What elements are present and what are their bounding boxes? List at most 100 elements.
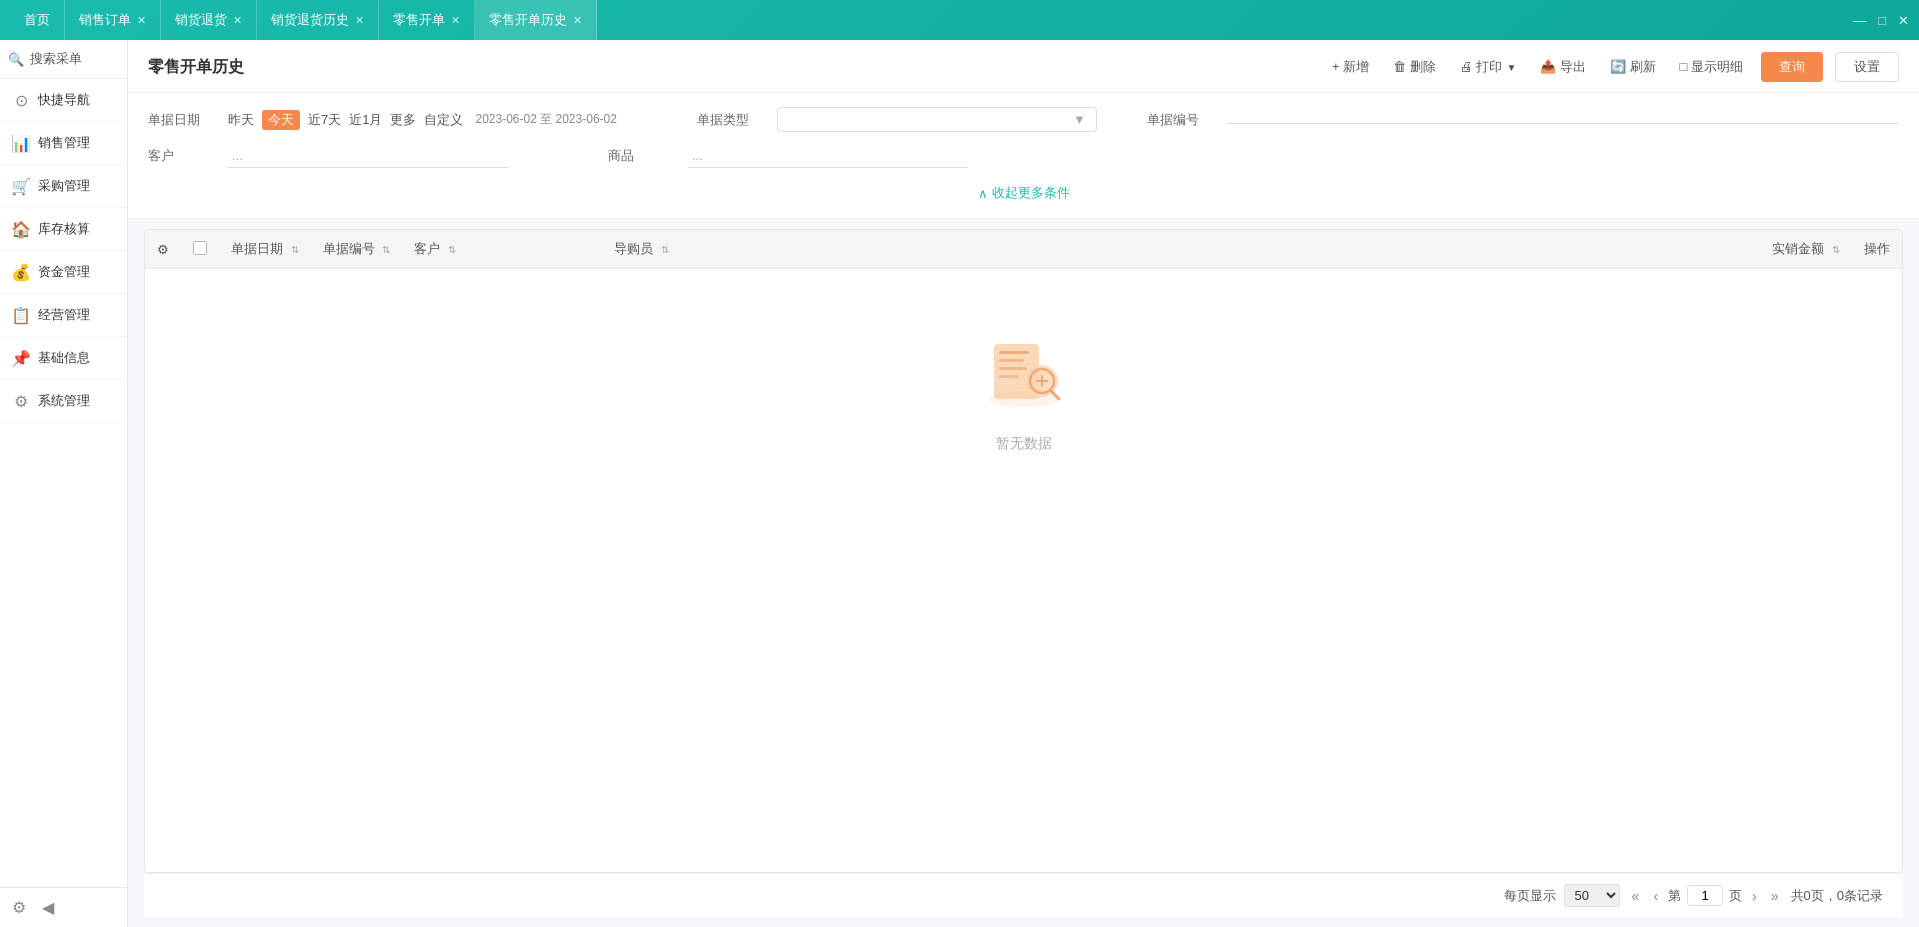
page-label-prefix: 第	[1668, 887, 1681, 905]
sidebar-item-finance[interactable]: 💰 资金管理	[0, 251, 127, 294]
window-close-btn[interactable]: ✕	[1898, 13, 1909, 28]
collapse-sidebar-icon[interactable]: ◀	[42, 898, 54, 917]
th-date[interactable]: 单据日期 ⇅	[219, 230, 311, 269]
tab-close-icon[interactable]: ✕	[451, 14, 460, 27]
th-actions: 操作	[1852, 230, 1902, 269]
refresh-button-label: 🔄 刷新	[1610, 58, 1656, 76]
tab-home[interactable]: 首页	[10, 0, 65, 40]
tab-retail-order[interactable]: 零售开单 ✕	[379, 0, 475, 40]
order-type-dropdown-icon: ▼	[1073, 112, 1086, 127]
th-customer[interactable]: 客户 ⇅	[402, 230, 602, 269]
tab-sales-order[interactable]: 销售订单 ✕	[65, 0, 161, 40]
tab-close-icon[interactable]: ✕	[573, 14, 582, 27]
tab-close-icon[interactable]: ✕	[137, 14, 146, 27]
sort-customer-icon[interactable]: ⇅	[448, 244, 456, 255]
tab-label: 销货退货	[175, 11, 227, 29]
page-size-select[interactable]: 50 10 20 100	[1564, 884, 1620, 907]
sidebar-item-purchase[interactable]: 🛒 采购管理	[0, 165, 127, 208]
filter-row-date: 单据日期 昨天 今天 近7天 近1月 更多 自定义 2023-06-02 至 2…	[148, 107, 1899, 132]
tab-label: 零售开单	[393, 11, 445, 29]
sidebar-item-operations[interactable]: 📋 经营管理	[0, 294, 127, 337]
collapse-more-btn[interactable]: ∧ 收起更多条件	[148, 180, 1899, 210]
sidebar-item-quick-nav[interactable]: ⊙ 快捷导航	[0, 79, 127, 122]
col-amount-label: 实销金额	[1772, 241, 1824, 256]
page-header: 零售开单历史 + 新增 🗑 删除 🖨 打印 ▼ 📤 导出 🔄 刷新	[128, 40, 1919, 93]
print-dropdown-icon[interactable]: ▼	[1506, 62, 1516, 73]
search-icon: 🔍	[8, 52, 24, 67]
select-all-checkbox[interactable]	[193, 241, 207, 255]
customer-label: 客户	[148, 147, 208, 165]
order-num-input[interactable]	[1227, 115, 1899, 124]
tab-sales-return-history[interactable]: 销货退货历史 ✕	[257, 0, 379, 40]
date-7days[interactable]: 近7天	[308, 111, 341, 129]
export-button[interactable]: 📤 导出	[1534, 54, 1592, 80]
th-order-num[interactable]: 单据编号 ⇅	[311, 230, 403, 269]
date-1month[interactable]: 近1月	[349, 111, 382, 129]
page-title: 零售开单历史	[148, 57, 244, 78]
sidebar-item-label: 资金管理	[38, 263, 90, 281]
sidebar-item-sales[interactable]: 📊 销售管理	[0, 122, 127, 165]
sort-amount-icon[interactable]: ⇅	[1832, 244, 1840, 255]
page-number-input[interactable]	[1687, 885, 1723, 906]
tab-close-icon[interactable]: ✕	[233, 14, 242, 27]
refresh-button[interactable]: 🔄 刷新	[1604, 54, 1662, 80]
settings-icon[interactable]: ⚙	[157, 242, 169, 257]
th-amount[interactable]: 实销金额 ⇅	[1760, 230, 1852, 269]
tab-sales-return[interactable]: 销货退货 ✕	[161, 0, 257, 40]
customer-dots: ...	[232, 148, 243, 163]
svg-rect-5	[999, 375, 1019, 378]
sort-guide-icon[interactable]: ⇅	[661, 244, 669, 255]
customer-input[interactable]: ...	[228, 144, 508, 168]
sidebar-item-system[interactable]: ⚙ 系统管理	[0, 380, 127, 423]
main-layout: 🔍 搜索采单 ⊙ 快捷导航 📊 销售管理 🛒 采购管理 🏠 库存核算 💰 资金管…	[0, 40, 1919, 927]
col-ordernum-label: 单据编号	[323, 241, 375, 256]
set-button[interactable]: 设置	[1835, 52, 1899, 82]
goods-input[interactable]: ...	[688, 144, 968, 168]
sort-date-icon[interactable]: ⇅	[291, 244, 299, 255]
maximize-btn[interactable]: □	[1878, 13, 1886, 28]
tab-close-icon[interactable]: ✕	[355, 14, 364, 27]
col-guide-label: 导购员	[614, 241, 653, 256]
sidebar-item-label: 经营管理	[38, 306, 90, 324]
date-more[interactable]: 更多	[390, 111, 416, 129]
sales-icon: 📊	[12, 134, 30, 152]
order-num-label: 单据编号	[1147, 111, 1207, 129]
page-nav: « ‹ 第 页 › »	[1628, 885, 1783, 906]
prev-page-btn[interactable]: ‹	[1649, 886, 1662, 906]
basic-info-icon: 📌	[12, 349, 30, 367]
order-type-select[interactable]: ▼	[777, 107, 1097, 132]
tab-home-label: 首页	[24, 11, 50, 29]
sidebar-item-basic-info[interactable]: 📌 基础信息	[0, 337, 127, 380]
th-guide[interactable]: 导购员 ⇅	[602, 230, 681, 269]
date-custom[interactable]: 自定义	[424, 111, 463, 129]
finance-icon: 💰	[12, 263, 30, 281]
th-checkbox[interactable]	[181, 230, 219, 269]
window-controls: — □ ✕	[1853, 13, 1909, 28]
date-yesterday[interactable]: 昨天	[228, 111, 254, 129]
minimize-btn[interactable]: —	[1853, 13, 1866, 28]
sidebar-search[interactable]: 🔍 搜索采单	[0, 40, 127, 79]
date-today[interactable]: 今天	[262, 110, 300, 130]
first-page-btn[interactable]: «	[1628, 886, 1644, 906]
print-button[interactable]: 🖨 打印 ▼	[1454, 54, 1523, 80]
sidebar-item-label: 销售管理	[38, 134, 90, 152]
col-date-label: 单据日期	[231, 241, 283, 256]
add-button[interactable]: + 新增	[1326, 54, 1375, 80]
display-detail-button[interactable]: □ 显示明细	[1674, 54, 1749, 80]
date-options: 昨天 今天 近7天 近1月 更多 自定义 2023-06-02 至 2023-0…	[228, 110, 617, 130]
table-header: ⚙ 单据日期 ⇅ 单据编号 ⇅	[145, 230, 1902, 269]
date-range-text: 2023-06-02 至 2023-06-02	[475, 111, 616, 128]
settings-icon[interactable]: ⚙	[12, 898, 26, 917]
data-table: ⚙ 单据日期 ⇅ 单据编号 ⇅	[145, 230, 1902, 513]
tab-retail-order-history[interactable]: 零售开单历史 ✕	[475, 0, 597, 40]
sort-ordernum-icon[interactable]: ⇅	[382, 244, 390, 255]
query-button[interactable]: 查询	[1761, 52, 1823, 82]
page-label-suffix: 页	[1729, 887, 1742, 905]
last-page-btn[interactable]: »	[1767, 886, 1783, 906]
sidebar-item-inventory[interactable]: 🏠 库存核算	[0, 208, 127, 251]
delete-button[interactable]: 🗑 删除	[1387, 54, 1442, 80]
next-page-btn[interactable]: ›	[1748, 886, 1761, 906]
inventory-icon: 🏠	[12, 220, 30, 238]
sidebar-search-label: 搜索采单	[30, 50, 82, 68]
th-settings[interactable]: ⚙	[145, 230, 181, 269]
